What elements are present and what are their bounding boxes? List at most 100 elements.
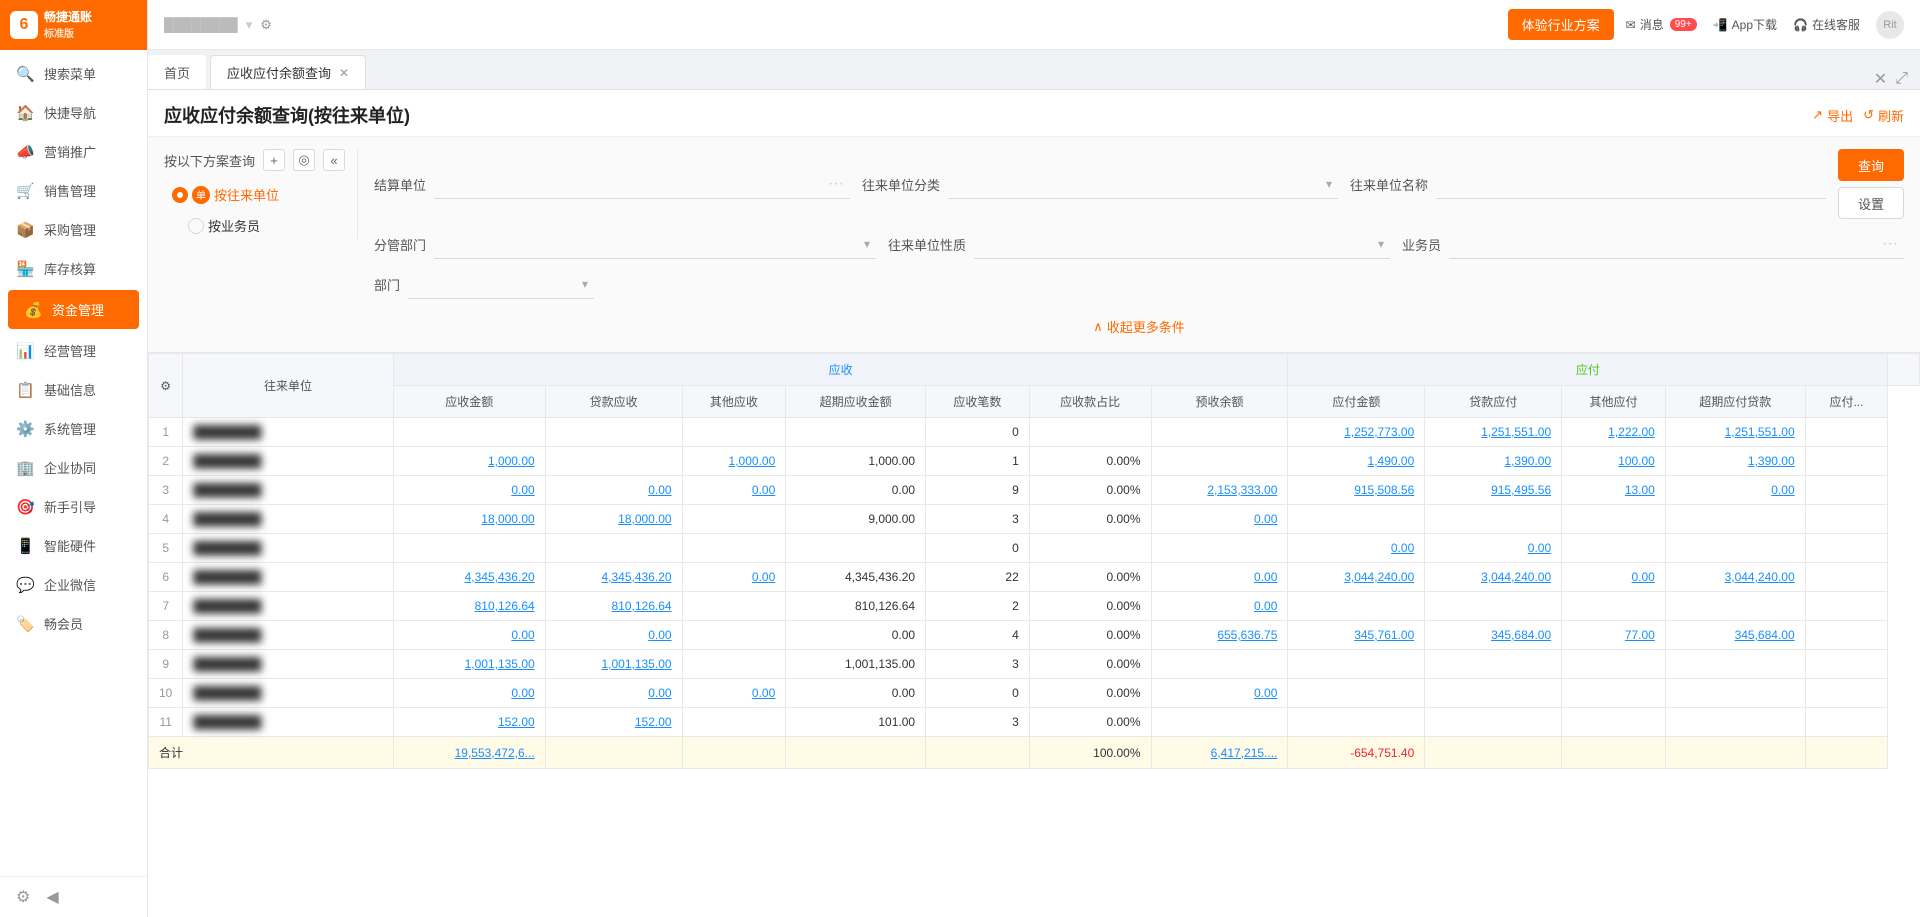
row-ar-prepay[interactable] — [1151, 534, 1288, 563]
row-ar-amount[interactable]: 1,000.00 — [393, 447, 545, 476]
dept-select[interactable]: ▾ — [408, 269, 594, 299]
row-ar-prepay[interactable]: 655,636.75 — [1151, 621, 1288, 650]
settings-gear[interactable]: ⚙ — [260, 17, 272, 33]
unit-category-select[interactable]: ▾ — [948, 169, 1338, 199]
sidebar-item-system[interactable]: ⚙️ 系统管理 — [0, 409, 147, 448]
row-ar-prepay[interactable] — [1151, 650, 1288, 679]
row-ar-amount[interactable]: 810,126.64 — [393, 592, 545, 621]
row-ap-loan[interactable]: 1,251,551.00 — [1425, 418, 1562, 447]
filter-option-by-employee[interactable]: 按业务员 — [164, 212, 345, 239]
collapse-btn[interactable]: ∧ 收起更多条件 — [1085, 313, 1193, 340]
row-ap-loan[interactable]: 1,390.00 — [1425, 447, 1562, 476]
row-ar-amount[interactable]: 4,345,436.20 — [393, 563, 545, 592]
sidebar-item-purchase[interactable]: 📦 采购管理 — [0, 210, 147, 249]
row-ap-loan[interactable]: 345,684.00 — [1425, 621, 1562, 650]
footer-settings-icon[interactable]: ⚙ — [16, 887, 30, 907]
row-ar-amount[interactable]: 152.00 — [393, 708, 545, 737]
settlement-unit-input[interactable]: ··· — [434, 169, 850, 199]
row-ar-other[interactable] — [682, 708, 786, 737]
row-ap-overdue[interactable]: 1,251,551.00 — [1665, 418, 1805, 447]
row-ap-overdue[interactable] — [1665, 534, 1805, 563]
filter-option-by-unit[interactable]: 单 按往来单位 — [164, 181, 345, 208]
filter-arrow-btn[interactable]: « — [323, 149, 345, 171]
row-ap-other[interactable] — [1562, 650, 1666, 679]
refresh-button[interactable]: ↺ 刷新 — [1863, 106, 1904, 125]
row-ap-loan[interactable] — [1425, 592, 1562, 621]
window-close-icon[interactable]: ✕ — [1874, 69, 1887, 89]
row-ar-prepay[interactable] — [1151, 708, 1288, 737]
row-ar-prepay[interactable]: 0.00 — [1151, 679, 1288, 708]
row-ar-prepay[interactable] — [1151, 447, 1288, 476]
row-ar-other[interactable]: 0.00 — [682, 476, 786, 505]
user-avatar[interactable]: Rit — [1876, 11, 1904, 39]
row-ap-amount[interactable]: 3,044,240.00 — [1288, 563, 1425, 592]
row-ar-amount[interactable]: 0.00 — [393, 476, 545, 505]
query-button[interactable]: 查询 — [1838, 149, 1904, 181]
row-ap-other[interactable]: 13.00 — [1562, 476, 1666, 505]
filter-add-btn[interactable]: + — [263, 149, 285, 171]
row-ar-loan[interactable]: 0.00 — [545, 621, 682, 650]
unit-name-input[interactable] — [1436, 169, 1826, 199]
service-action[interactable]: 🎧 在线客服 — [1793, 16, 1860, 33]
export-button[interactable]: ↗ 导出 — [1812, 106, 1853, 125]
row-ap-loan[interactable]: 3,044,240.00 — [1425, 563, 1562, 592]
row-ap-amount[interactable] — [1288, 650, 1425, 679]
row-ar-other[interactable] — [682, 650, 786, 679]
row-ar-loan[interactable]: 18,000.00 — [545, 505, 682, 534]
row-ap-overdue[interactable] — [1665, 679, 1805, 708]
unit-nature-select[interactable]: ▾ — [974, 229, 1390, 259]
sidebar-item-hardware[interactable]: 📱 智能硬件 — [0, 526, 147, 565]
row-ap-amount[interactable]: 1,490.00 — [1288, 447, 1425, 476]
row-ap-amount[interactable]: 1,252,773.00 — [1288, 418, 1425, 447]
row-ar-amount[interactable]: 0.00 — [393, 679, 545, 708]
row-ap-amount[interactable]: 345,761.00 — [1288, 621, 1425, 650]
row-ap-overdue[interactable] — [1665, 592, 1805, 621]
row-ap-overdue[interactable] — [1665, 708, 1805, 737]
sidebar-item-basic[interactable]: 📋 基础信息 — [0, 370, 147, 409]
sidebar-item-sales[interactable]: 🛒 销售管理 — [0, 171, 147, 210]
row-ap-amount[interactable] — [1288, 708, 1425, 737]
row-ar-loan[interactable]: 1,001,135.00 — [545, 650, 682, 679]
row-ar-amount[interactable]: 18,000.00 — [393, 505, 545, 534]
row-ar-amount[interactable] — [393, 534, 545, 563]
row-ap-amount[interactable] — [1288, 505, 1425, 534]
filter-target-btn[interactable]: ◎ — [293, 149, 315, 171]
row-ap-overdue[interactable]: 1,390.00 — [1665, 447, 1805, 476]
row-ar-prepay[interactable]: 0.00 — [1151, 505, 1288, 534]
messages-action[interactable]: ✉ 消息 99+ — [1626, 16, 1697, 33]
row-ap-amount[interactable] — [1288, 592, 1425, 621]
total-ar-amount[interactable]: 19,553,472,6... — [393, 737, 545, 769]
row-ap-overdue[interactable]: 0.00 — [1665, 476, 1805, 505]
branch-dept-select[interactable]: ▾ — [434, 229, 876, 259]
sidebar-item-member[interactable]: 🏷️ 畅会员 — [0, 604, 147, 643]
row-ap-other[interactable]: 100.00 — [1562, 447, 1666, 476]
sidebar-item-inventory[interactable]: 🏪 库存核算 — [0, 249, 147, 288]
row-ap-loan[interactable] — [1425, 650, 1562, 679]
row-ar-amount[interactable] — [393, 418, 545, 447]
row-ar-other[interactable]: 0.00 — [682, 679, 786, 708]
row-ap-other[interactable] — [1562, 592, 1666, 621]
row-ap-other[interactable] — [1562, 708, 1666, 737]
row-ap-amount[interactable]: 915,508.56 — [1288, 476, 1425, 505]
sidebar-item-wechat[interactable]: 💬 企业微信 — [0, 565, 147, 604]
row-ap-other[interactable] — [1562, 534, 1666, 563]
row-ar-other[interactable]: 0.00 — [682, 563, 786, 592]
row-ar-loan[interactable] — [545, 418, 682, 447]
row-ar-loan[interactable]: 0.00 — [545, 476, 682, 505]
row-ar-other[interactable] — [682, 505, 786, 534]
tab-close-icon[interactable]: ✕ — [339, 66, 349, 80]
row-ar-amount[interactable]: 0.00 — [393, 621, 545, 650]
row-ap-overdue[interactable] — [1665, 650, 1805, 679]
sidebar-item-guide[interactable]: 🎯 新手引导 — [0, 487, 147, 526]
sidebar-item-finance[interactable]: 💰 资金管理 — [8, 290, 139, 329]
row-ar-loan[interactable] — [545, 534, 682, 563]
row-ap-other[interactable] — [1562, 505, 1666, 534]
row-ar-other[interactable] — [682, 592, 786, 621]
row-ap-loan[interactable] — [1425, 679, 1562, 708]
row-ar-other[interactable] — [682, 621, 786, 650]
row-ap-loan[interactable]: 915,495.56 — [1425, 476, 1562, 505]
col-settings-icon[interactable]: ⚙ — [149, 354, 183, 418]
row-ap-amount[interactable]: 0.00 — [1288, 534, 1425, 563]
row-ar-prepay[interactable]: 0.00 — [1151, 592, 1288, 621]
row-ar-loan[interactable]: 810,126.64 — [545, 592, 682, 621]
